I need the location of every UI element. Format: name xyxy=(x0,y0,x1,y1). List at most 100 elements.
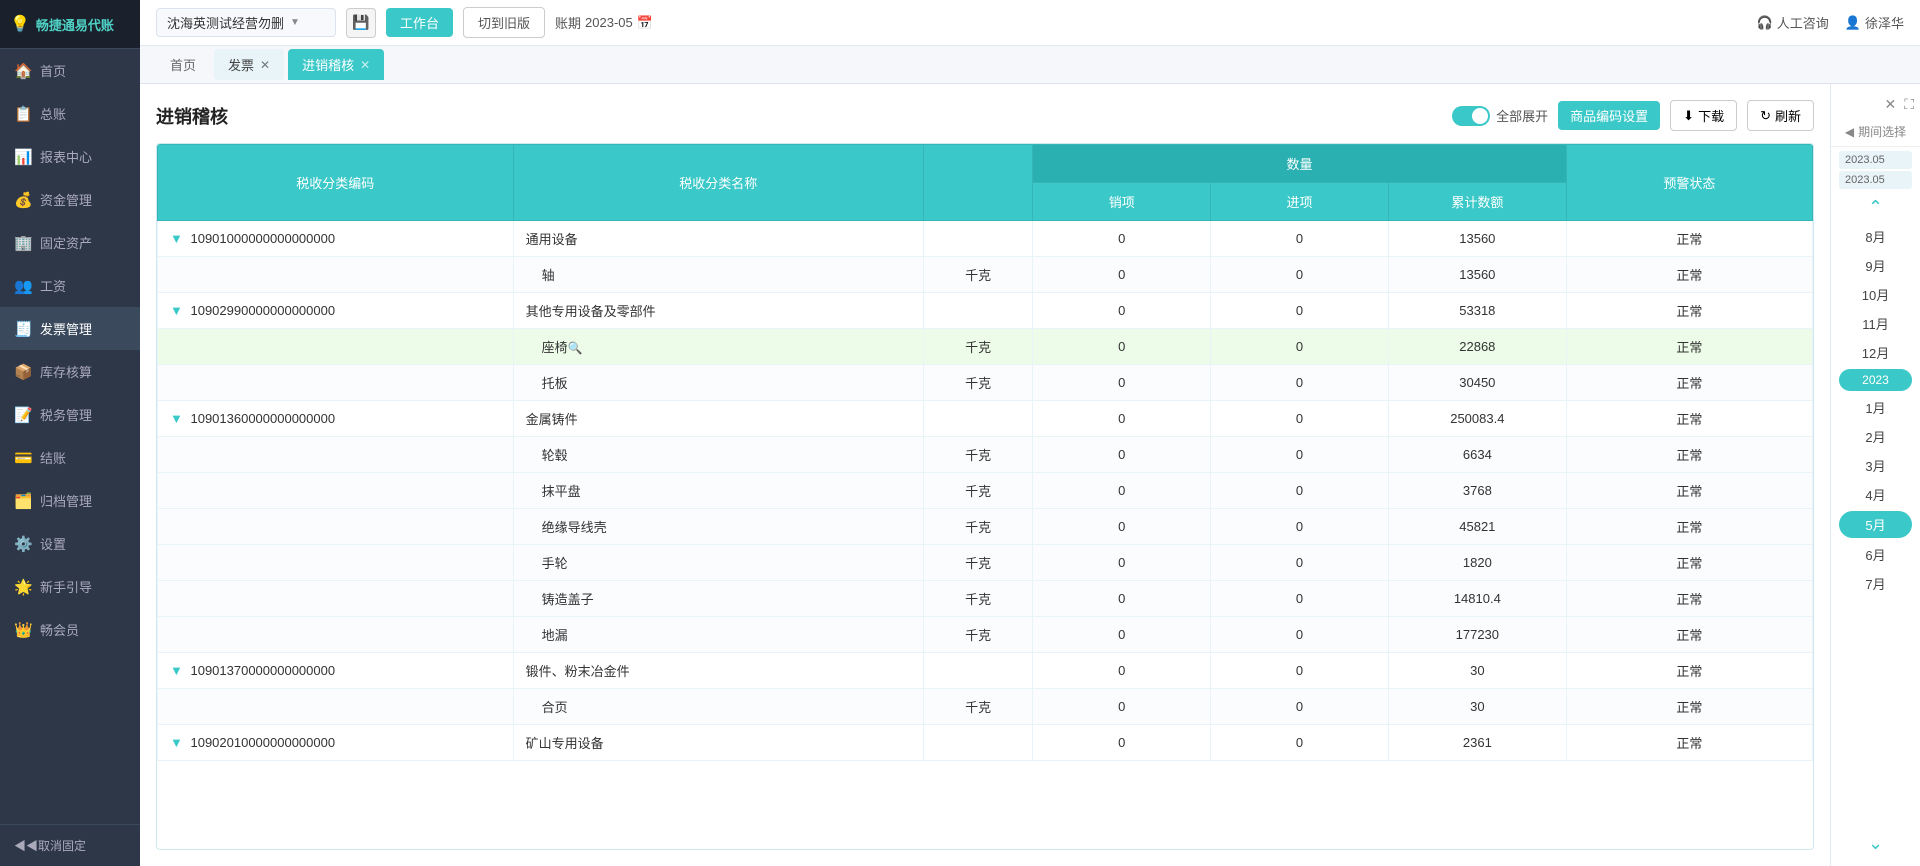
sidebar-item-settlement[interactable]: 💳 结账 xyxy=(0,436,140,479)
download-button[interactable]: ⬇ 下载 xyxy=(1670,100,1737,131)
cell-cumulative: 14810.4 xyxy=(1388,581,1566,617)
cell-sales: 0 xyxy=(1033,725,1211,761)
workbench-button[interactable]: 工作台 xyxy=(386,8,453,37)
period-month-1[interactable]: 1月 xyxy=(1831,393,1920,422)
cell-status: 正常 xyxy=(1566,581,1812,617)
period-header: ◀ 期间选择 xyxy=(1831,117,1920,147)
tab-reconcile[interactable]: 进销稽核 ✕ xyxy=(288,49,384,80)
period-month-7[interactable]: 7月 xyxy=(1831,569,1920,598)
period-item-2023-05-b[interactable]: 2023.05 xyxy=(1839,171,1912,189)
tab-invoice-label: 发票 xyxy=(228,55,254,74)
period-scroll-down[interactable]: ⌄ xyxy=(1831,829,1920,858)
period-month-10[interactable]: 10月 xyxy=(1831,280,1920,309)
sidebar-item-ledger[interactable]: 📋 总账 xyxy=(0,92,140,135)
sidebar-item-archive[interactable]: 🗂️ 归档管理 xyxy=(0,479,140,522)
cell-purchase: 0 xyxy=(1211,257,1389,293)
save-draft-button[interactable]: 💾 xyxy=(346,8,376,38)
user-item[interactable]: 👤 徐泽华 xyxy=(1845,13,1904,32)
col-unit xyxy=(923,145,1032,221)
tab-home[interactable]: 首页 xyxy=(156,49,210,80)
sidebar-item-settings[interactable]: ⚙️ 设置 xyxy=(0,522,140,565)
app-logo: 💡 畅捷通易代账 xyxy=(0,0,140,49)
cell-unit xyxy=(923,653,1032,689)
expand-row-icon[interactable]: ▼ xyxy=(170,231,183,246)
cell-purchase: 0 xyxy=(1211,401,1389,437)
tab-reconcile-close[interactable]: ✕ xyxy=(360,58,370,72)
refresh-button[interactable]: ↻ 刷新 xyxy=(1747,100,1814,131)
expand-row-icon[interactable]: ▼ xyxy=(170,735,183,750)
sidebar-item-guide[interactable]: 🌟 新手引导 xyxy=(0,565,140,608)
period-month-4[interactable]: 4月 xyxy=(1831,480,1920,509)
cell-sales: 0 xyxy=(1033,689,1211,725)
sidebar: 💡 畅捷通易代账 🏠 首页 📋 总账 📊 报表中心 💰 资金管理 🏢 xyxy=(0,0,140,866)
period-item-2023-05-a[interactable]: 2023.05 xyxy=(1839,151,1912,169)
sidebar-unpin[interactable]: ◀◀取消固定 xyxy=(0,824,140,866)
sidebar-item-home[interactable]: 🏠 首页 xyxy=(0,49,140,92)
sidebar-item-member[interactable]: 👑 畅会员 xyxy=(0,608,140,651)
cell-tax-code xyxy=(158,617,514,653)
expand-switch[interactable] xyxy=(1452,106,1490,126)
period-month-6[interactable]: 6月 xyxy=(1831,540,1920,569)
table-row: 托板 千克 0 0 30450 正常 xyxy=(158,365,1813,401)
cell-cumulative: 30450 xyxy=(1388,365,1566,401)
cell-cumulative: 30 xyxy=(1388,653,1566,689)
cell-cumulative: 53318 xyxy=(1388,293,1566,329)
expand-row-icon[interactable]: ▼ xyxy=(170,411,183,426)
cell-tax-name: 其他专用设备及零部件 xyxy=(513,293,923,329)
cell-tax-name: 合页 xyxy=(513,689,923,725)
period-scroll-up[interactable]: ⌃ xyxy=(1831,193,1920,222)
cell-status: 正常 xyxy=(1566,617,1812,653)
user-label: 徐泽华 xyxy=(1865,13,1904,32)
col-alert: 预警状态 xyxy=(1566,145,1812,221)
table-row: 绝缘导线壳 千克 0 0 45821 正常 xyxy=(158,509,1813,545)
period-month-5[interactable]: 5月 xyxy=(1839,511,1912,538)
expand-row-icon[interactable]: ▼ xyxy=(170,663,183,678)
sidebar-item-invoice[interactable]: 🧾 发票管理 xyxy=(0,307,140,350)
panel-expand-button[interactable]: ⛶ xyxy=(1904,96,1914,113)
sidebar-item-tax[interactable]: 📝 税务管理 xyxy=(0,393,140,436)
cell-tax-name: 金属铸件 xyxy=(513,401,923,437)
period-month-2[interactable]: 2月 xyxy=(1831,422,1920,451)
table-row: 座椅🔍 千克 0 0 22868 正常 xyxy=(158,329,1813,365)
sidebar-item-reports[interactable]: 📊 报表中心 xyxy=(0,135,140,178)
cell-cumulative: 3768 xyxy=(1388,473,1566,509)
period-month-3[interactable]: 3月 xyxy=(1831,451,1920,480)
cell-tax-name: 锻件、粉末冶金件 xyxy=(513,653,923,689)
oldversion-button[interactable]: 切到旧版 xyxy=(463,7,545,38)
expand-row-icon[interactable]: ▼ xyxy=(170,303,183,318)
cell-unit: 千克 xyxy=(923,473,1032,509)
tab-invoice-close[interactable]: ✕ xyxy=(260,58,270,72)
tab-invoice[interactable]: 发票 ✕ xyxy=(214,49,284,80)
panel-close-button[interactable]: ✕ xyxy=(1884,96,1896,113)
period-month-12[interactable]: 12月 xyxy=(1831,338,1920,367)
data-table: 税收分类编码 税收分类名称 数量 预警状态 销项 进项 累计数额 ▼ 10901… xyxy=(157,144,1813,761)
cell-cumulative: 30 xyxy=(1388,689,1566,725)
topbar-right: 🎧 人工咨询 👤 徐泽华 xyxy=(1757,13,1904,32)
cell-purchase: 0 xyxy=(1211,689,1389,725)
sidebar-item-label: 结账 xyxy=(40,448,66,467)
cell-tax-code xyxy=(158,257,514,293)
sidebar-item-inventory[interactable]: 📦 库存核算 xyxy=(0,350,140,393)
unpin-label: ◀◀取消固定 xyxy=(14,837,86,854)
cell-cumulative: 13560 xyxy=(1388,221,1566,257)
sidebar-item-payroll[interactable]: 👥 工资 xyxy=(0,264,140,307)
period-month-8[interactable]: 8月 xyxy=(1831,222,1920,251)
expand-toggle: 全部展开 xyxy=(1452,106,1548,126)
inventory-icon: 📦 xyxy=(14,363,32,381)
cell-purchase: 0 xyxy=(1211,509,1389,545)
sidebar-item-funds[interactable]: 💰 资金管理 xyxy=(0,178,140,221)
period-list: 8月 9月 10月 11月 12月 2023 1月 2月 3月 4月 5月 6月… xyxy=(1831,222,1920,829)
period-month-11[interactable]: 11月 xyxy=(1831,309,1920,338)
company-selector[interactable]: 沈海英测试经营勿删 ▼ xyxy=(156,8,336,37)
sidebar-item-assets[interactable]: 🏢 固定资产 xyxy=(0,221,140,264)
col-sales: 销项 xyxy=(1033,183,1211,221)
cell-unit: 千克 xyxy=(923,365,1032,401)
cell-unit: 千克 xyxy=(923,257,1032,293)
calendar-icon[interactable]: 📅 xyxy=(637,15,653,31)
cell-purchase: 0 xyxy=(1211,329,1389,365)
search-icon[interactable]: 🔍 xyxy=(568,341,583,355)
cell-status: 正常 xyxy=(1566,293,1812,329)
product-code-button[interactable]: 商品编码设置 xyxy=(1558,101,1660,130)
period-month-9[interactable]: 9月 xyxy=(1831,251,1920,280)
support-item[interactable]: 🎧 人工咨询 xyxy=(1757,13,1829,32)
